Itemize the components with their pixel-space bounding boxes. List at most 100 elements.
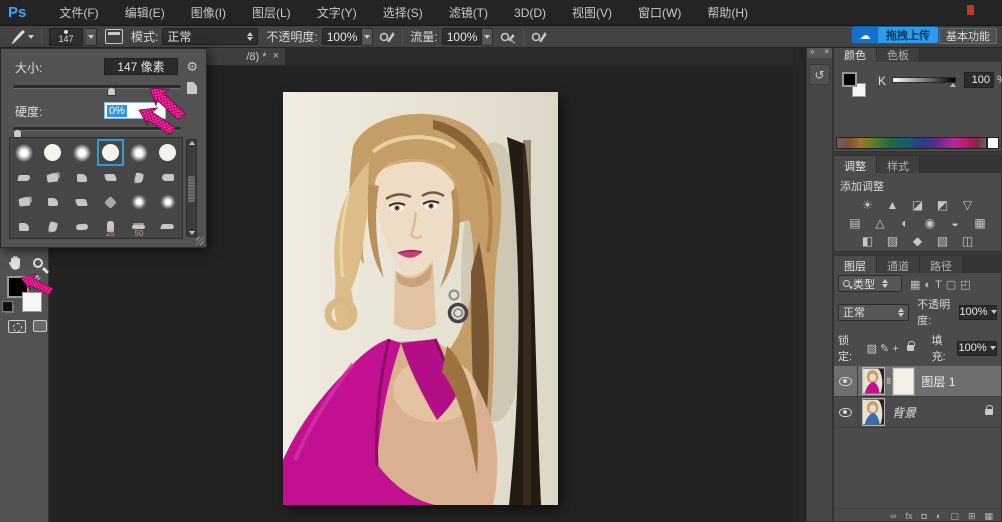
brush-preset[interactable] bbox=[67, 216, 96, 238]
drag-upload-button[interactable]: ☁ 拖拽上传 bbox=[851, 26, 939, 44]
brush-preset[interactable] bbox=[125, 138, 154, 167]
hardness-slider[interactable] bbox=[13, 127, 181, 138]
lock-option-icon[interactable]: + bbox=[892, 343, 898, 355]
layer-name[interactable]: 图层 1 bbox=[921, 373, 955, 390]
tab-paths[interactable]: 路径 bbox=[920, 256, 963, 273]
layers-footer-icon[interactable]: ∞ bbox=[890, 510, 896, 521]
tab-adjustments[interactable]: 调整 bbox=[834, 156, 877, 173]
adjustment-icon[interactable]: ▲ bbox=[885, 198, 901, 212]
adjustment-icon[interactable]: △ bbox=[872, 216, 888, 230]
brush-panel-toggle-button[interactable] bbox=[105, 29, 123, 44]
lock-option-icon[interactable]: ▨ bbox=[867, 343, 877, 355]
layer-mask-thumbnail[interactable] bbox=[892, 366, 916, 396]
layers-footer-icon[interactable]: ▦ bbox=[984, 510, 993, 521]
brush-preset[interactable] bbox=[10, 167, 39, 188]
default-colors-icon[interactable] bbox=[2, 301, 14, 313]
layer-row-layer1[interactable]: ∞ 图层 1 bbox=[834, 366, 1001, 397]
scrollbar[interactable] bbox=[186, 139, 197, 237]
brush-size-field[interactable]: 147 像素 bbox=[104, 58, 178, 75]
pen-pressure-opacity-icon[interactable] bbox=[379, 30, 395, 44]
brush-preset[interactable] bbox=[153, 216, 182, 238]
brush-preset[interactable] bbox=[96, 167, 125, 188]
history-panel-icon[interactable]: ↺ bbox=[809, 64, 830, 85]
brush-preset[interactable] bbox=[10, 216, 39, 238]
tab-styles[interactable]: 样式 bbox=[877, 156, 920, 173]
menu-item[interactable]: 窗口(W) bbox=[625, 0, 694, 26]
adjustment-icon[interactable]: ☀ bbox=[860, 198, 876, 212]
menu-item[interactable]: 图像(I) bbox=[178, 0, 239, 26]
hardness-field[interactable]: 0% bbox=[104, 102, 166, 119]
adjustment-icon[interactable]: ◐ bbox=[897, 216, 913, 230]
menu-item[interactable]: 3D(D) bbox=[501, 0, 559, 26]
close-icon[interactable]: × bbox=[273, 51, 279, 62]
brush-preset[interactable]: 25 bbox=[96, 216, 125, 238]
adjustment-icon[interactable]: ◩ bbox=[935, 198, 951, 212]
blend-mode-select[interactable]: 正常 bbox=[162, 28, 259, 45]
brush-preset[interactable] bbox=[39, 138, 68, 167]
brush-preset[interactable] bbox=[67, 189, 96, 216]
k-slider[interactable] bbox=[892, 77, 956, 83]
layer-blend-mode-select[interactable]: 正常 bbox=[838, 303, 910, 321]
opacity-control[interactable]: 100% bbox=[321, 27, 374, 46]
workspace-switcher-button[interactable]: 基本功能 bbox=[939, 28, 997, 44]
menu-item[interactable]: 文件(F) bbox=[46, 0, 111, 26]
brush-preset[interactable] bbox=[153, 167, 182, 188]
flow-control[interactable]: 100% bbox=[441, 27, 494, 46]
expand-panels-icon[interactable]: » bbox=[810, 47, 814, 56]
foreground-color-swatch[interactable] bbox=[842, 72, 857, 87]
visibility-toggle[interactable] bbox=[834, 366, 858, 396]
k-value-field[interactable]: 100 bbox=[964, 72, 994, 88]
layer-row-background[interactable]: 背景 bbox=[834, 397, 1001, 428]
menu-item[interactable]: 视图(V) bbox=[559, 0, 625, 26]
adjustment-icon[interactable]: ◉ bbox=[922, 216, 938, 230]
gear-icon[interactable]: ⚙ bbox=[186, 59, 198, 75]
brush-picker-dropdown-button[interactable] bbox=[86, 27, 97, 46]
brush-preset[interactable] bbox=[39, 189, 68, 216]
layers-footer-icon[interactable]: ▢ bbox=[950, 510, 959, 521]
flow-dropdown-button[interactable] bbox=[482, 27, 494, 46]
screen-mode-button[interactable] bbox=[33, 320, 47, 332]
tab-layers[interactable]: 图层 bbox=[834, 256, 877, 273]
layer-filter-icon[interactable]: T bbox=[935, 279, 942, 291]
brush-preset[interactable] bbox=[67, 167, 96, 188]
size-slider-thumb[interactable] bbox=[107, 87, 116, 96]
lock-all-icon[interactable] bbox=[906, 341, 915, 351]
swap-colors-icon[interactable]: ⇄ bbox=[30, 273, 44, 287]
adjustment-icon[interactable]: ◧ bbox=[860, 234, 876, 248]
adjustment-icon[interactable]: ▽ bbox=[960, 198, 976, 212]
menu-item[interactable]: 选择(S) bbox=[370, 0, 436, 26]
tab-channels[interactable]: 通道 bbox=[877, 256, 920, 273]
new-preset-icon[interactable] bbox=[187, 82, 197, 94]
adjustment-icon[interactable]: ◆ bbox=[910, 234, 926, 248]
zoom-tool[interactable] bbox=[29, 254, 47, 272]
brush-preset[interactable] bbox=[125, 167, 154, 188]
adjustment-icon[interactable]: ◫ bbox=[960, 234, 976, 248]
menu-item[interactable]: 文字(Y) bbox=[304, 0, 370, 26]
white-chip[interactable] bbox=[987, 137, 999, 149]
layer-fill-field[interactable]: 100% bbox=[957, 340, 997, 356]
opacity-dropdown-button[interactable] bbox=[362, 27, 374, 46]
brush-preset[interactable]: 50 bbox=[125, 216, 154, 238]
adjustment-icon[interactable]: ◪ bbox=[910, 198, 926, 212]
menu-item[interactable]: 滤镜(T) bbox=[436, 0, 501, 26]
layers-footer-icon[interactable]: fx bbox=[906, 510, 913, 521]
brush-preset[interactable] bbox=[125, 189, 154, 216]
layer-thumbnail[interactable] bbox=[862, 367, 885, 395]
layer-filter-select[interactable]: 类型 bbox=[838, 275, 902, 292]
adjustment-icon[interactable]: ◒ bbox=[947, 216, 963, 230]
lock-option-icon[interactable]: ✎ bbox=[880, 343, 889, 355]
resize-grip[interactable] bbox=[196, 237, 204, 245]
document-image[interactable] bbox=[283, 92, 558, 505]
brush-preset[interactable] bbox=[10, 189, 39, 216]
brush-preset[interactable] bbox=[39, 216, 68, 238]
scrollbar-thumb[interactable] bbox=[188, 175, 195, 202]
menu-item[interactable]: 帮助(H) bbox=[694, 0, 761, 26]
pen-pressure-size-icon[interactable] bbox=[531, 30, 547, 44]
brush-preset[interactable] bbox=[39, 167, 68, 188]
adjustment-icon[interactable]: ▤ bbox=[847, 216, 863, 230]
k-slider-thumb[interactable] bbox=[950, 83, 956, 87]
airbrush-icon[interactable] bbox=[499, 30, 516, 44]
brush-preset[interactable] bbox=[96, 189, 125, 216]
layer-thumbnail[interactable] bbox=[862, 398, 885, 426]
brush-preset-picker[interactable]: 147 bbox=[49, 27, 97, 46]
